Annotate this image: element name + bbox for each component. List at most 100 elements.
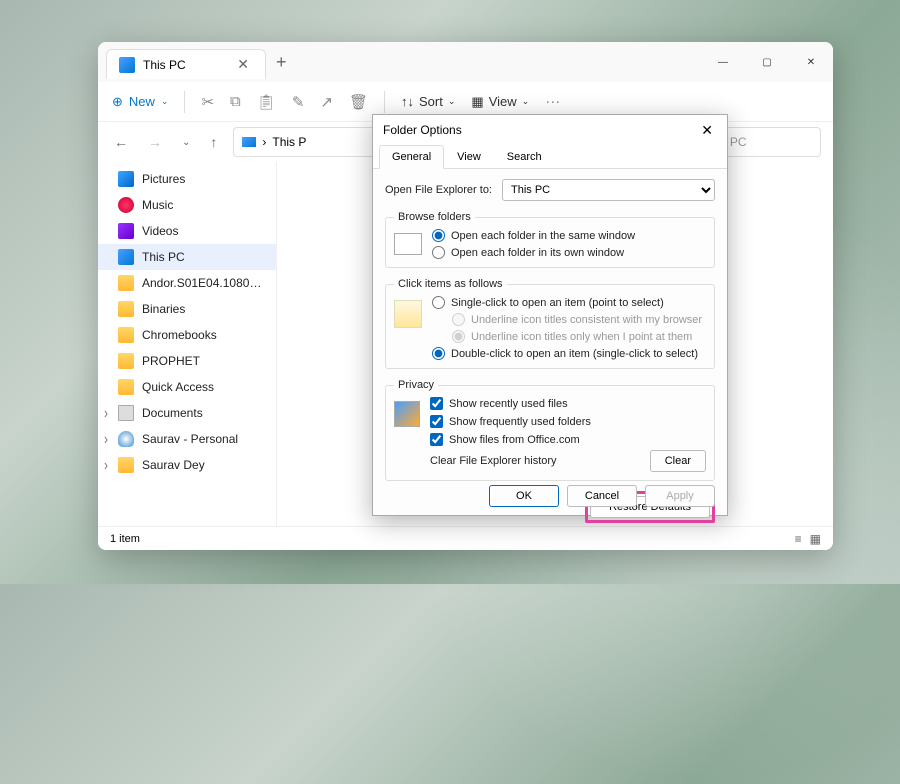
dialog-tabs: General View Search: [373, 145, 727, 169]
tab-title: This PC: [143, 58, 225, 72]
new-button[interactable]: ⊕ New ⌄: [112, 94, 168, 110]
sidebar-item[interactable]: This PC: [98, 244, 276, 270]
item-count: 1 item: [110, 533, 140, 545]
ic-folder-icon: [118, 379, 134, 395]
sidebar-item[interactable]: Andor.S01E04.1080p.WEE: [98, 270, 276, 296]
sidebar-item-label: This PC: [142, 250, 185, 264]
sidebar-item-label: Documents: [142, 406, 203, 420]
delete-icon[interactable]: 🗑︎: [349, 93, 368, 111]
plus-icon: ⊕: [112, 94, 123, 110]
tab-general[interactable]: General: [379, 145, 444, 169]
sidebar-item[interactable]: Quick Access: [98, 374, 276, 400]
clear-button[interactable]: Clear: [650, 450, 706, 472]
sidebar-item[interactable]: Documents: [98, 400, 276, 426]
tab-close-icon[interactable]: ✕: [233, 56, 253, 73]
cancel-button[interactable]: Cancel: [567, 485, 637, 507]
sidebar-item[interactable]: Saurav Dey: [98, 452, 276, 478]
ic-folder-icon: [118, 275, 134, 291]
paste-icon[interactable]: 📋︎: [257, 93, 276, 111]
radio-single-click[interactable]: Single-click to open an item (point to s…: [432, 296, 702, 309]
sort-button[interactable]: ↑↓Sort⌄: [401, 94, 455, 109]
forward-button[interactable]: →: [144, 134, 166, 150]
sidebar-item[interactable]: Binaries: [98, 296, 276, 322]
browse-legend: Browse folders: [394, 211, 475, 223]
sidebar-item-label: Music: [142, 198, 173, 212]
radio-same-window[interactable]: Open each folder in the same window: [432, 229, 635, 242]
dialog-buttons: OK Cancel Apply: [489, 485, 715, 507]
ic-thispc-icon: [118, 249, 134, 265]
ic-folder-icon: [118, 353, 134, 369]
new-tab-button[interactable]: +: [276, 52, 287, 73]
ic-music-icon: [118, 197, 134, 213]
browse-folders-group: Browse folders Open each folder in the s…: [385, 211, 715, 268]
radio-underline-point: Underline icon titles only when I point …: [452, 330, 702, 343]
sort-icon: ↑↓: [401, 94, 414, 109]
share-icon[interactable]: ↗: [320, 93, 333, 111]
radio-own-window[interactable]: Open each folder in its own window: [432, 246, 635, 259]
sidebar-item[interactable]: Chromebooks: [98, 322, 276, 348]
this-pc-icon: [119, 57, 135, 73]
ic-folder-icon: [118, 457, 134, 473]
copy-icon[interactable]: ⧉: [230, 93, 241, 110]
radio-underline-browser: Underline icon titles consistent with my…: [452, 313, 702, 326]
sidebar-item[interactable]: Videos: [98, 218, 276, 244]
recent-dropdown[interactable]: ⌄: [178, 137, 194, 148]
breadcrumb-chevron-icon: ›: [262, 135, 266, 149]
privacy-icon: [394, 401, 420, 427]
dialog-title-bar: Folder Options ✕: [373, 115, 727, 145]
title-bar: This PC ✕ + — ▢ ✕: [98, 42, 833, 82]
ic-folder-icon: [118, 327, 134, 343]
thumbnails-view-icon[interactable]: ▦: [810, 532, 821, 546]
ic-docs-icon: [118, 405, 134, 421]
open-explorer-label: Open File Explorer to:: [385, 184, 492, 196]
sidebar-item[interactable]: Pictures: [98, 166, 276, 192]
sidebar-item-label: Chromebooks: [142, 328, 217, 342]
sidebar-item[interactable]: PROPHET: [98, 348, 276, 374]
sidebar-item-label: Binaries: [142, 302, 185, 316]
minimize-button[interactable]: —: [701, 42, 745, 82]
sidebar-item-label: Andor.S01E04.1080p.WEE: [142, 276, 266, 290]
chk-recent-files[interactable]: Show recently used files: [430, 397, 591, 410]
window-icon: [394, 233, 422, 255]
open-explorer-select[interactable]: This PC: [502, 179, 715, 201]
chk-frequent-folders[interactable]: Show frequently used folders: [430, 415, 591, 428]
chevron-down-icon: ⌄: [161, 96, 169, 107]
more-button[interactable]: ···: [545, 93, 560, 110]
sidebar-item[interactable]: Music: [98, 192, 276, 218]
up-button[interactable]: ↑: [206, 134, 221, 150]
window-tab[interactable]: This PC ✕: [106, 49, 266, 79]
view-icon: ▦: [471, 94, 483, 110]
click-legend: Click items as follows: [394, 278, 507, 290]
sidebar-item-label: PROPHET: [142, 354, 200, 368]
back-button[interactable]: ←: [110, 134, 132, 150]
tab-view[interactable]: View: [444, 145, 494, 169]
this-pc-icon: [242, 137, 256, 147]
details-view-icon[interactable]: ≡: [795, 532, 802, 546]
radio-double-click[interactable]: Double-click to open an item (single-cli…: [432, 347, 702, 360]
cut-icon[interactable]: ✂: [201, 93, 214, 111]
clear-history-label: Clear File Explorer history: [430, 455, 557, 467]
ok-button[interactable]: OK: [489, 485, 559, 507]
sidebar-item-label: Quick Access: [142, 380, 214, 394]
apply-button[interactable]: Apply: [645, 485, 715, 507]
close-window-button[interactable]: ✕: [789, 42, 833, 82]
rename-icon[interactable]: ✎: [292, 93, 305, 111]
ic-videos-icon: [118, 223, 134, 239]
dialog-body: Open File Explorer to: This PC Browse fo…: [373, 169, 727, 531]
pointer-icon: [394, 300, 422, 328]
dialog-close-button[interactable]: ✕: [695, 122, 719, 139]
ic-cloud-icon: [118, 431, 134, 447]
chk-office-files[interactable]: Show files from Office.com: [430, 433, 591, 446]
privacy-group: Privacy Show recently used files Show fr…: [385, 379, 715, 481]
folder-options-dialog: Folder Options ✕ General View Search Ope…: [372, 114, 728, 516]
separator: [184, 91, 185, 113]
breadcrumb: This P: [272, 135, 306, 149]
dialog-title: Folder Options: [383, 123, 462, 137]
sidebar-item[interactable]: Saurav - Personal: [98, 426, 276, 452]
maximize-button[interactable]: ▢: [745, 42, 789, 82]
ic-pictures-icon: [118, 171, 134, 187]
view-button[interactable]: ▦View⌄: [471, 94, 529, 110]
ic-folder-icon: [118, 301, 134, 317]
separator: [384, 91, 385, 113]
tab-search[interactable]: Search: [494, 145, 555, 169]
